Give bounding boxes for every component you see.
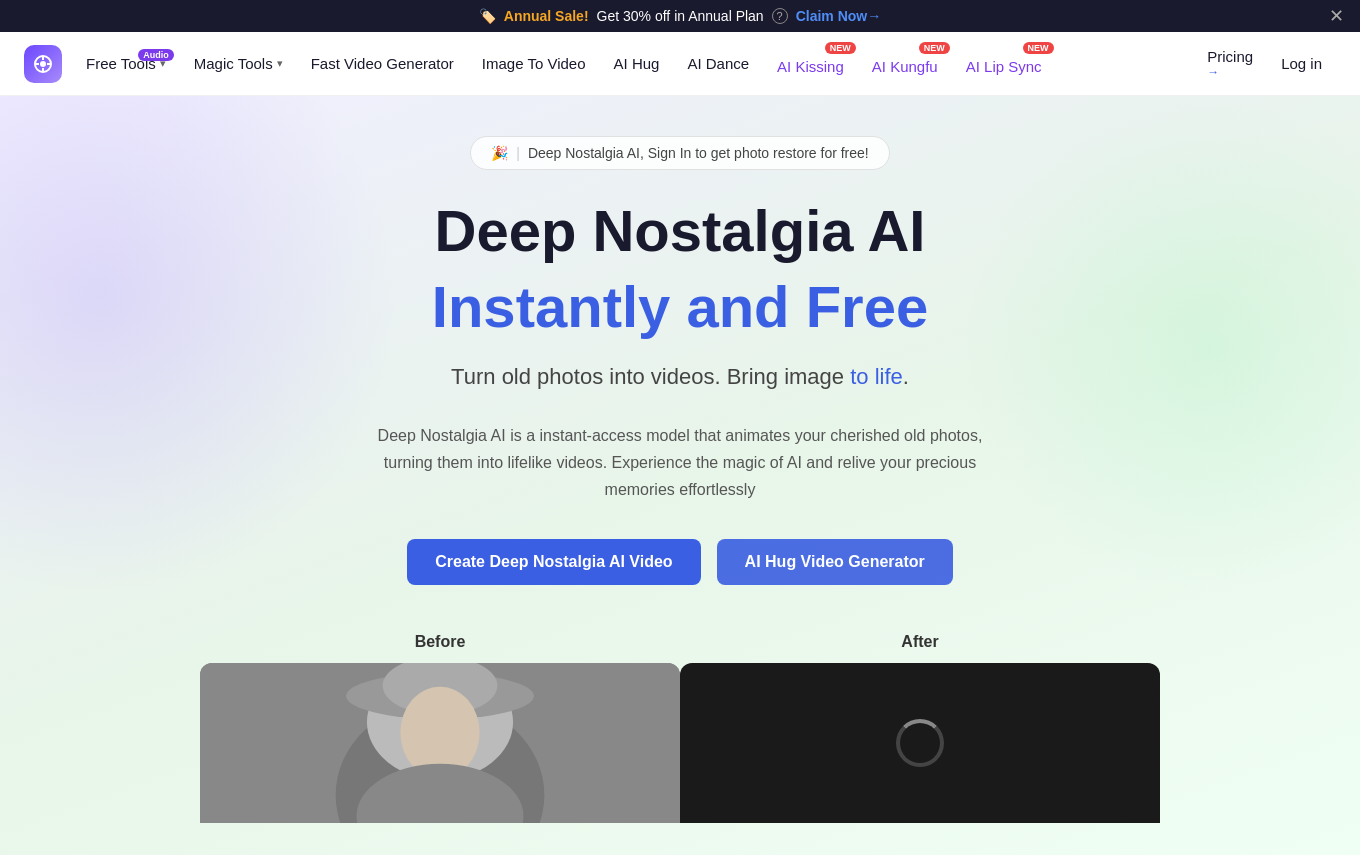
promo-pill-icon: 🎉 (491, 145, 508, 161)
pricing-link[interactable]: Pricing → (1197, 42, 1263, 85)
hero-tagline: Turn old photos into videos. Bring image… (451, 364, 909, 390)
ai-lip-sync-badge: NEW (1023, 42, 1054, 54)
hero-desc: Deep Nostalgia AI is a instant-access mo… (360, 422, 1000, 504)
fast-video-link[interactable]: Fast Video Generator (299, 47, 466, 80)
ai-kungfu-link[interactable]: AI Kungfu NEW (860, 44, 950, 83)
free-tools-menu[interactable]: Free Tools ▾ Audio (74, 47, 178, 80)
ai-kungfu-label: AI Kungfu (872, 58, 938, 75)
after-panel: After (680, 633, 1160, 823)
promo-pill-divider: | (516, 145, 520, 161)
pricing-label: Pricing (1207, 48, 1253, 65)
ai-hug-link[interactable]: AI Hug (602, 47, 672, 80)
hero-title: Deep Nostalgia AI (435, 198, 926, 265)
after-label: After (901, 633, 938, 651)
banner-close-button[interactable]: ✕ (1329, 5, 1344, 27)
logo-icon (24, 45, 62, 83)
promo-pill-text: Deep Nostalgia AI, Sign In to get photo … (528, 145, 869, 161)
before-label: Before (415, 633, 466, 651)
fast-video-label: Fast Video Generator (311, 55, 454, 72)
logo[interactable] (24, 45, 62, 83)
before-image (200, 663, 680, 823)
loading-spinner (896, 719, 944, 767)
help-icon: ? (772, 8, 788, 24)
sale-text: Annual Sale! (504, 8, 589, 24)
image-to-video-link[interactable]: Image To Video (470, 47, 598, 80)
claim-now-link[interactable]: Claim Now→ (796, 8, 882, 24)
magic-tools-chevron: ▾ (277, 57, 283, 70)
main-content: 🎉 | Deep Nostalgia AI, Sign In to get ph… (0, 96, 1360, 855)
ai-hug-button[interactable]: AI Hug Video Generator (717, 539, 953, 585)
ai-dance-link[interactable]: AI Dance (675, 47, 761, 80)
cta-buttons: Create Deep Nostalgia AI Video AI Hug Vi… (407, 539, 953, 585)
ai-kissing-label: AI Kissing (777, 58, 844, 75)
ai-kissing-link[interactable]: AI Kissing NEW (765, 44, 856, 83)
free-tools-badge: Audio (138, 49, 174, 61)
promo-pill[interactable]: 🎉 | Deep Nostalgia AI, Sign In to get ph… (470, 136, 890, 170)
image-to-video-label: Image To Video (482, 55, 586, 72)
before-after-section: Before After (200, 633, 1160, 823)
after-image (680, 663, 1160, 823)
ai-dance-label: AI Dance (687, 55, 749, 72)
tag-icon: 🏷️ (479, 8, 496, 24)
before-panel: Before (200, 633, 680, 823)
magic-tools-label: Magic Tools (194, 55, 273, 72)
pricing-arrow: → (1207, 65, 1219, 79)
ai-kissing-badge: NEW (825, 42, 856, 54)
ai-kungfu-badge: NEW (919, 42, 950, 54)
top-banner: 🏷️ Annual Sale! Get 30% off in Annual Pl… (0, 0, 1360, 32)
ai-lip-sync-link[interactable]: AI Lip Sync NEW (954, 44, 1054, 83)
hero-tagline-part1: Turn old photos into videos. Bring image (451, 364, 844, 389)
svg-point-1 (40, 61, 46, 67)
magic-tools-menu[interactable]: Magic Tools ▾ (182, 47, 295, 80)
hero-subtitle-blue: Instantly and Free (432, 273, 928, 340)
navbar: Free Tools ▾ Audio Magic Tools ▾ Fast Vi… (0, 32, 1360, 96)
ai-lip-sync-label: AI Lip Sync (966, 58, 1042, 75)
promo-text: Get 30% off in Annual Plan (597, 8, 764, 24)
login-label: Log in (1281, 55, 1322, 72)
hero-tagline-highlight: to life (850, 364, 903, 389)
create-video-button[interactable]: Create Deep Nostalgia AI Video (407, 539, 700, 585)
ai-hug-label: AI Hug (614, 55, 660, 72)
login-button[interactable]: Log in (1267, 49, 1336, 78)
